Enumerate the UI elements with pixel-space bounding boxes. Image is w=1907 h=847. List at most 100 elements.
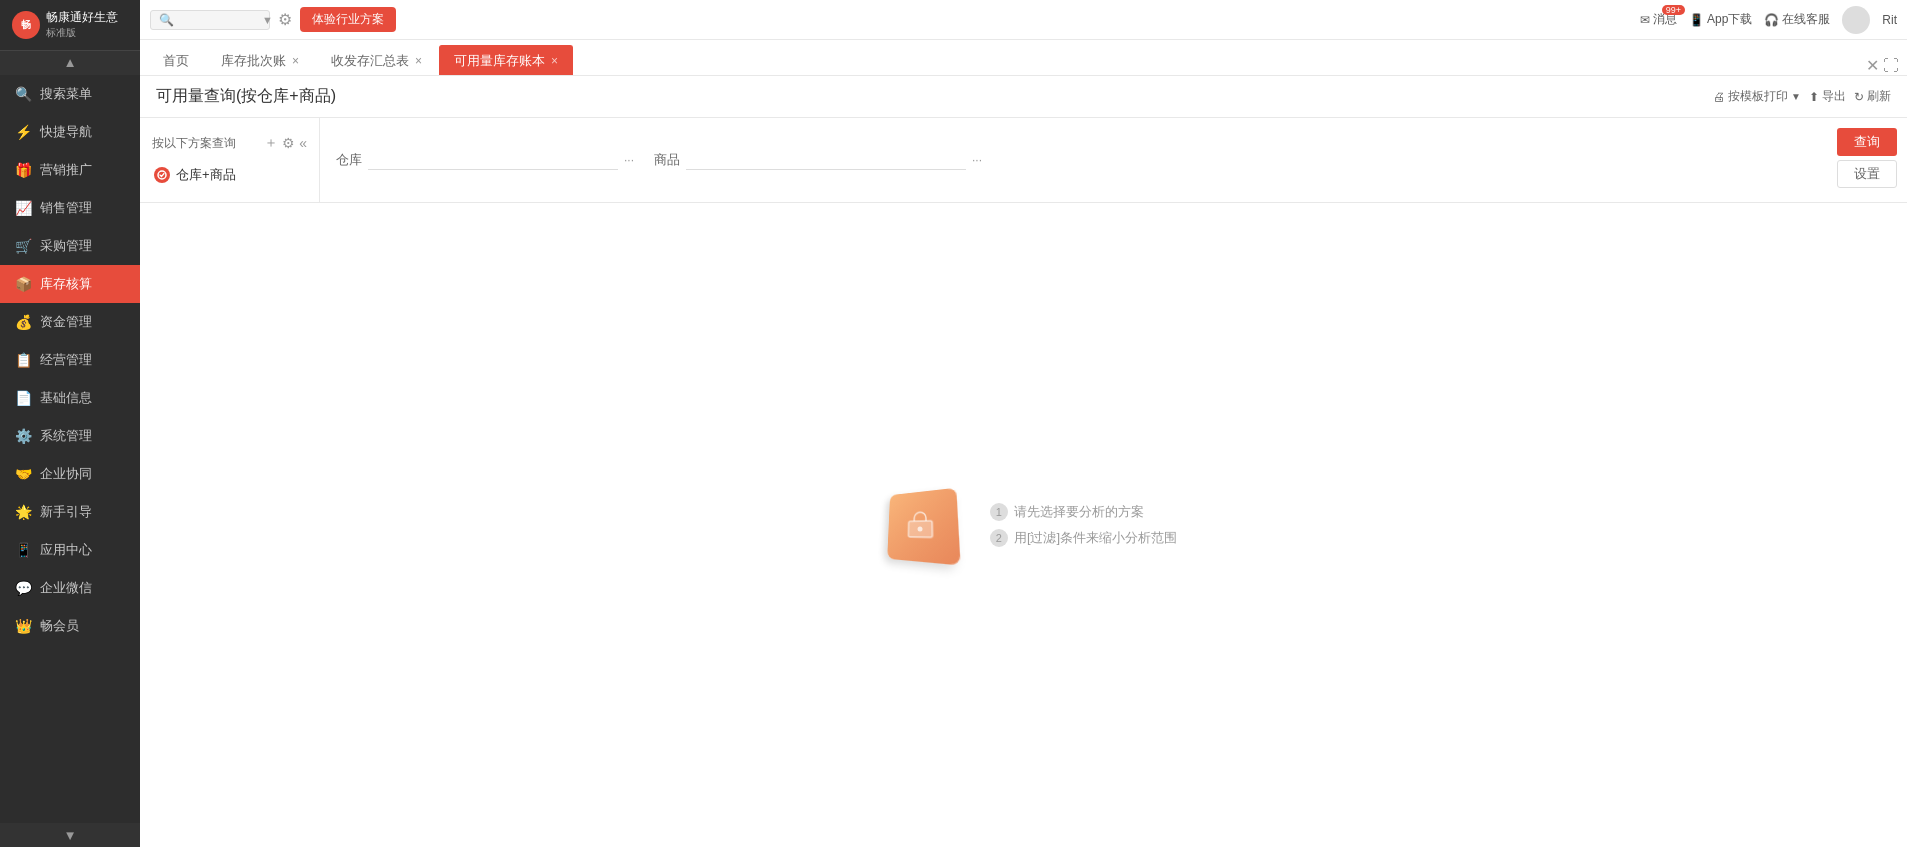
sidebar-item-label: 资金管理	[40, 313, 92, 331]
scheme-settings-button[interactable]: ⚙	[282, 134, 295, 152]
sidebar-item-label: 营销推广	[40, 161, 92, 179]
sidebar-item-label: 基础信息	[40, 389, 92, 407]
scheme-item-label: 仓库+商品	[176, 166, 236, 184]
add-scheme-button[interactable]: ＋	[264, 134, 278, 152]
sidebar-item-basic[interactable]: 📄 基础信息	[0, 379, 140, 417]
topbar-right-actions: ✉ 消息 99+ 📱 App下载 🎧 在线客服 Rit	[1640, 6, 1897, 34]
print-template-button[interactable]: 🖨 按模板打印 ▼	[1713, 88, 1801, 105]
sidebar-item-purchase[interactable]: 🛒 采购管理	[0, 227, 140, 265]
member-icon: 👑	[14, 617, 32, 635]
product-more-button[interactable]: ···	[972, 153, 982, 167]
app-download-button[interactable]: 📱 App下载	[1689, 11, 1752, 28]
scheme-collapse-button[interactable]: «	[299, 134, 307, 152]
sidebar-item-label: 销售管理	[40, 199, 92, 217]
topbar: 🔍 ▼ ⚙ 体验行业方案 ✉ 消息 99+ 📱 App下载 🎧 在线客服 Rit	[140, 0, 1907, 40]
export-icon: ⬆	[1809, 90, 1819, 104]
tab-summary[interactable]: 收发存汇总表 ×	[316, 45, 437, 75]
filter-area: 仓库 ··· 商品 ···	[320, 118, 1827, 202]
sidebar-item-label: 新手引导	[40, 503, 92, 521]
operation-icon: 📋	[14, 351, 32, 369]
empty-state: 1 请先选择要分析的方案 2 用[过滤]条件来缩小分析范围	[140, 203, 1907, 847]
empty-box-icon	[887, 488, 960, 566]
sidebar-item-operation[interactable]: 📋 经营管理	[0, 341, 140, 379]
tabs-bar: 首页 库存批次账 × 收发存汇总表 × 可用量库存账本 × ✕ ⛶	[140, 40, 1907, 76]
newbie-icon: 🌟	[14, 503, 32, 521]
sidebar-logo: 畅	[12, 11, 40, 39]
sidebar-item-inventory[interactable]: 📦 库存核算	[0, 265, 140, 303]
tab-close-all-button[interactable]: ✕	[1866, 56, 1879, 75]
tab-summary-label: 收发存汇总表	[331, 52, 409, 70]
sidebar-item-system[interactable]: ⚙️ 系统管理	[0, 417, 140, 455]
avatar[interactable]	[1842, 6, 1870, 34]
sidebar-item-sales[interactable]: 📈 销售管理	[0, 189, 140, 227]
sidebar-scroll-down[interactable]: ▼	[0, 823, 140, 847]
tab-home[interactable]: 首页	[148, 45, 204, 75]
refresh-button[interactable]: ↻ 刷新	[1854, 88, 1891, 105]
tab-batch-close[interactable]: ×	[292, 54, 299, 68]
sidebar-item-member[interactable]: 👑 畅会员	[0, 607, 140, 645]
topbar-search-box: 🔍 ▼	[150, 10, 270, 30]
basic-icon: 📄	[14, 389, 32, 407]
empty-illustration	[870, 475, 970, 575]
export-button[interactable]: ⬆ 导出	[1809, 88, 1846, 105]
sidebar-item-cooperation[interactable]: 🤝 企业协同	[0, 455, 140, 493]
headset-icon: 🎧	[1764, 13, 1779, 27]
product-filter-input[interactable]	[686, 150, 966, 170]
settings-button[interactable]: 设置	[1837, 160, 1897, 188]
sidebar-item-label: 搜索菜单	[40, 85, 92, 103]
scheme-header-actions: ＋ ⚙ «	[264, 134, 307, 152]
sidebar-item-finance[interactable]: 💰 资金管理	[0, 303, 140, 341]
tab-maximize-button[interactable]: ⛶	[1883, 57, 1899, 75]
inventory-icon: 📦	[14, 275, 32, 293]
tab-available-close[interactable]: ×	[551, 54, 558, 68]
tab-home-label: 首页	[163, 52, 189, 70]
warehouse-filter-group: 仓库 ···	[336, 150, 634, 170]
sidebar-item-marketing[interactable]: 🎁 营销推广	[0, 151, 140, 189]
scheme-item-warehouse-product[interactable]: 仓库+商品	[140, 158, 319, 192]
warehouse-more-button[interactable]: ···	[624, 153, 634, 167]
refresh-icon: ↻	[1854, 90, 1864, 104]
sidebar-scroll-up[interactable]: ▲	[0, 51, 140, 75]
sidebar: 畅 畅康通好生意 标准版 ▲ 🔍 搜索菜单 ⚡ 快捷导航 🎁 营销推广 📈 销售…	[0, 0, 140, 847]
marketing-icon: 🎁	[14, 161, 32, 179]
warehouse-filter-label: 仓库	[336, 151, 362, 169]
sidebar-item-newbie[interactable]: 🌟 新手引导	[0, 493, 140, 531]
finance-icon: 💰	[14, 313, 32, 331]
page-actions: 🖨 按模板打印 ▼ ⬆ 导出 ↻ 刷新	[1713, 88, 1891, 105]
scheme-item-icon	[154, 167, 170, 183]
industry-solution-button[interactable]: 体验行业方案	[300, 7, 396, 32]
page-title: 可用量查询(按仓库+商品)	[156, 86, 336, 107]
sidebar-header: 畅 畅康通好生意 标准版	[0, 0, 140, 51]
sidebar-item-label: 应用中心	[40, 541, 92, 559]
sidebar-item-label: 系统管理	[40, 427, 92, 445]
content-area: 可用量查询(按仓库+商品) 🖨 按模板打印 ▼ ⬆ 导出 ↻ 刷新	[140, 76, 1907, 847]
scheme-header-title: 按以下方案查询	[152, 135, 236, 152]
sidebar-item-label: 采购管理	[40, 237, 92, 255]
tab-available[interactable]: 可用量库存账本 ×	[439, 45, 573, 75]
tab-batch[interactable]: 库存批次账 ×	[206, 45, 314, 75]
warehouse-filter-input[interactable]	[368, 150, 618, 170]
sidebar-item-shortcut[interactable]: ⚡ 快捷导航	[0, 113, 140, 151]
gear-icon[interactable]: ⚙	[278, 10, 292, 29]
cooperation-icon: 🤝	[14, 465, 32, 483]
empty-text: 1 请先选择要分析的方案 2 用[过滤]条件来缩小分析范围	[990, 503, 1177, 547]
sidebar-nav: 🔍 搜索菜单 ⚡ 快捷导航 🎁 营销推广 📈 销售管理 🛒 采购管理 📦 库存核…	[0, 75, 140, 823]
sidebar-item-search[interactable]: 🔍 搜索菜单	[0, 75, 140, 113]
search-input[interactable]	[178, 13, 258, 27]
chevron-down-icon[interactable]: ▼	[262, 14, 273, 26]
message-badge: 99+	[1662, 5, 1685, 15]
empty-hint-1: 1 请先选择要分析的方案	[990, 503, 1177, 521]
query-buttons: 查询 设置	[1827, 118, 1907, 202]
hint-number-2: 2	[990, 529, 1008, 547]
chevron-down-icon: ▼	[1791, 91, 1801, 102]
sidebar-item-label: 畅会员	[40, 617, 79, 635]
main-area: 🔍 ▼ ⚙ 体验行业方案 ✉ 消息 99+ 📱 App下载 🎧 在线客服 Rit	[140, 0, 1907, 847]
sidebar-item-wechat[interactable]: 💬 企业微信	[0, 569, 140, 607]
tab-summary-close[interactable]: ×	[415, 54, 422, 68]
query-button[interactable]: 查询	[1837, 128, 1897, 156]
sidebar-item-label: 快捷导航	[40, 123, 92, 141]
online-service-button[interactable]: 🎧 在线客服	[1764, 11, 1830, 28]
message-button[interactable]: ✉ 消息 99+	[1640, 11, 1677, 28]
tab-batch-label: 库存批次账	[221, 52, 286, 70]
sidebar-item-apps[interactable]: 📱 应用中心	[0, 531, 140, 569]
